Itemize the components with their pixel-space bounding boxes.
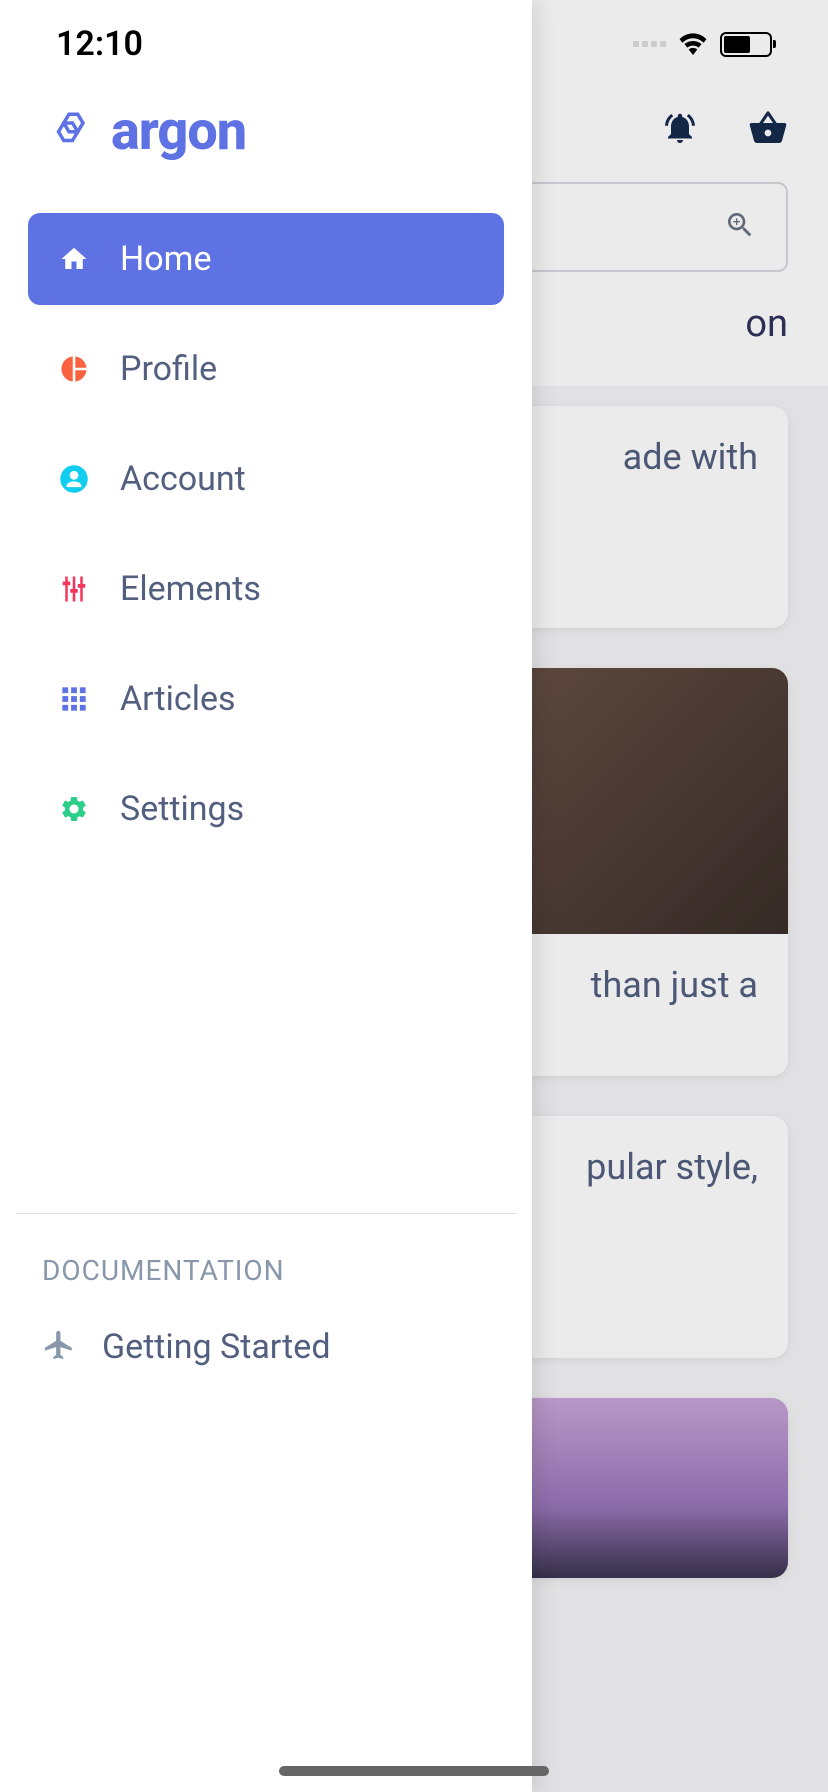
wifi-icon: [678, 33, 708, 55]
drawer-item-label: Home: [120, 239, 212, 279]
gear-icon: [58, 793, 90, 825]
pie-icon: [58, 353, 90, 385]
status-bar: 12:10: [0, 0, 828, 88]
home-indicator[interactable]: [279, 1766, 549, 1776]
drawer-item-label: Articles: [120, 679, 236, 719]
grid-icon: [58, 683, 90, 715]
drawer-section-label: DOCUMENTATION: [0, 1244, 532, 1307]
drawer-item-label: Elements: [120, 569, 261, 609]
drawer-item-label: Settings: [120, 789, 244, 829]
drawer-item-label: Profile: [120, 349, 217, 389]
hexagon-logo-icon: [55, 109, 97, 155]
app-logo[interactable]: argon: [0, 100, 532, 163]
drawer-item-getting-started[interactable]: Getting Started: [0, 1307, 532, 1387]
drawer-item-elements[interactable]: Elements: [28, 543, 504, 635]
drawer-item-settings[interactable]: Settings: [28, 763, 504, 855]
status-time: 12:10: [56, 24, 143, 64]
navigation-drawer: argon Home Profile Account: [0, 0, 532, 1792]
drawer-item-home[interactable]: Home: [28, 213, 504, 305]
app-logo-text: argon: [111, 100, 246, 163]
drawer-divider: [16, 1213, 516, 1214]
drawer-item-label: Account: [120, 459, 246, 499]
person-icon: [58, 463, 90, 495]
drawer-item-label: Getting Started: [102, 1327, 331, 1367]
signal-icon: [633, 41, 666, 47]
home-icon: [58, 243, 90, 275]
drawer-item-articles[interactable]: Articles: [28, 653, 504, 745]
drawer-item-account[interactable]: Account: [28, 433, 504, 525]
plane-icon: [42, 1328, 76, 1366]
battery-icon: [720, 32, 772, 57]
sliders-icon: [58, 573, 90, 605]
drawer-item-profile[interactable]: Profile: [28, 323, 504, 415]
